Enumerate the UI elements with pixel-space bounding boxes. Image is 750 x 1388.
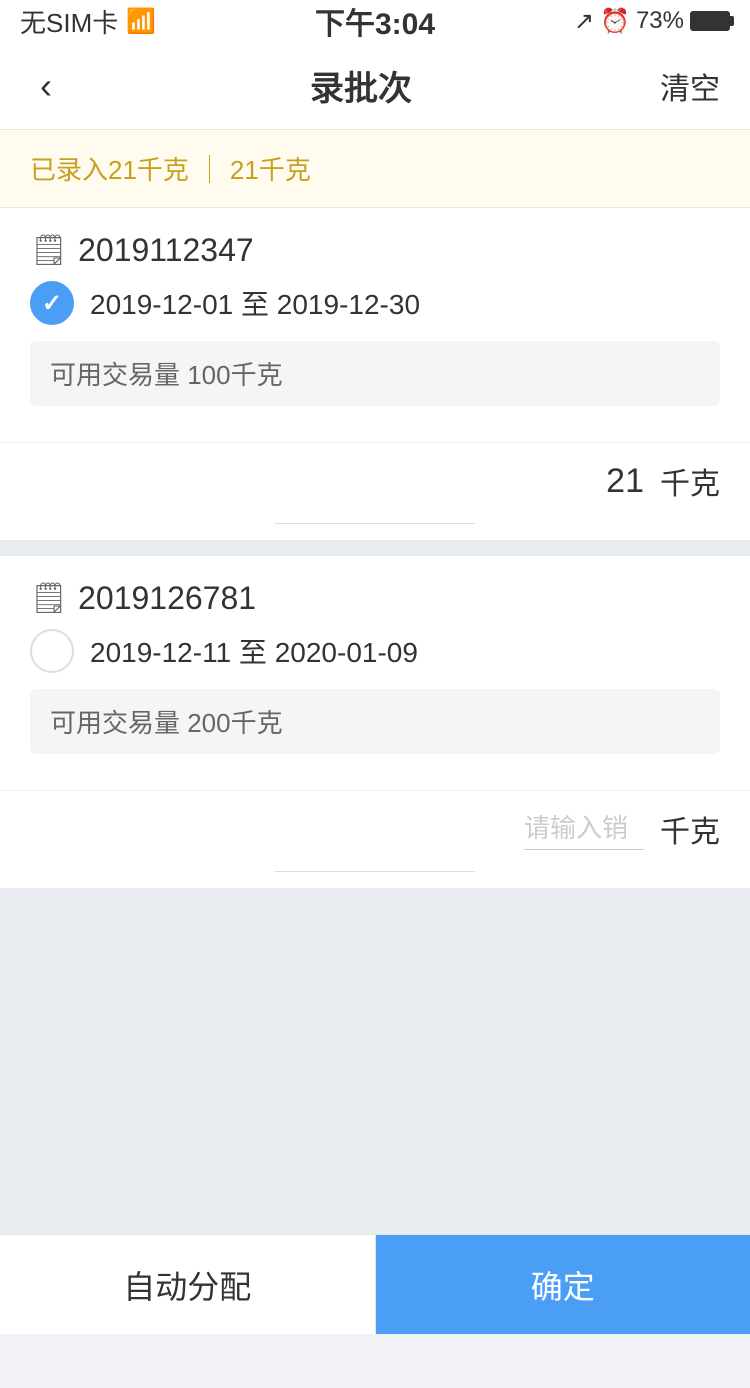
separator-2 — [275, 871, 475, 872]
batch-checkbox-2[interactable] — [30, 629, 74, 673]
status-bar: 无SIM卡 📶 下午3:04 ↗ ⏰ 73% — [0, 0, 750, 42]
status-left: 无SIM卡 📶 — [20, 3, 156, 40]
bottom-bar: 自动分配 确定 — [0, 1234, 750, 1334]
batch-item-2-content: 🗒 2019126781 2019-12-11 至 2020-01-09 可用交… — [0, 556, 750, 790]
separator-1 — [275, 523, 475, 524]
batch-item-1-content: 🗒 2019112347 2019-12-01 至 2019-12-30 可用交… — [0, 208, 750, 442]
batch-available-2: 可用交易量 200千克 — [30, 689, 720, 754]
batch-checkbox-1[interactable] — [30, 281, 74, 325]
quantity-row-2: 千克 — [0, 790, 750, 871]
empty-area — [0, 888, 750, 1288]
batch-doc-icon-1: 🗒 — [30, 233, 68, 268]
wifi-icon: 📶 — [126, 7, 156, 36]
batch-id-text-1: 2019112347 — [78, 232, 254, 269]
status-right: ↗ ⏰ 73% — [574, 7, 730, 36]
info-divider — [209, 155, 210, 183]
clear-button[interactable]: 清空 — [660, 64, 720, 108]
quantity-unit-1: 千克 — [660, 459, 720, 503]
batch-date-2: 2019-12-11 至 2020-01-09 — [90, 631, 418, 671]
status-time: 下午3:04 — [315, 0, 435, 43]
info-value: 21千克 — [230, 150, 311, 187]
quantity-unit-2: 千克 — [660, 807, 720, 851]
info-bar: 已录入21千克 21千克 — [0, 130, 750, 208]
batch-date-row-1: 2019-12-01 至 2019-12-30 — [30, 281, 720, 325]
nav-bar: ‹ 录批次 清空 — [0, 42, 750, 130]
battery-percentage: 73% — [636, 7, 684, 35]
batch-date-1: 2019-12-01 至 2019-12-30 — [90, 283, 420, 323]
section-divider — [0, 540, 750, 556]
back-button[interactable]: ‹ — [30, 55, 62, 117]
batch-id-text-2: 2019126781 — [78, 580, 256, 617]
quantity-row-1: 21 千克 — [0, 442, 750, 523]
alarm-icon: ⏰ — [600, 7, 630, 36]
batch-item-2: 🗒 2019126781 2019-12-11 至 2020-01-09 可用交… — [0, 556, 750, 888]
batch-available-1: 可用交易量 100千克 — [30, 341, 720, 406]
batch-id-row-2: 🗒 2019126781 — [30, 580, 720, 617]
batch-doc-icon-2: 🗒 — [30, 581, 68, 616]
auto-distribute-button[interactable]: 自动分配 — [0, 1235, 376, 1334]
main-content: 🗒 2019112347 2019-12-01 至 2019-12-30 可用交… — [0, 208, 750, 1388]
quantity-value-1: 21 — [606, 462, 644, 501]
location-icon: ↗ — [574, 7, 594, 36]
battery-icon — [690, 11, 730, 31]
page-title: 录批次 — [310, 61, 412, 110]
confirm-button[interactable]: 确定 — [376, 1235, 750, 1334]
batch-date-row-2: 2019-12-11 至 2020-01-09 — [30, 629, 720, 673]
batch-item-1: 🗒 2019112347 2019-12-01 至 2019-12-30 可用交… — [0, 208, 750, 540]
carrier-text: 无SIM卡 — [20, 3, 118, 40]
info-label: 已录入21千克 — [30, 150, 189, 187]
batch-id-row-1: 🗒 2019112347 — [30, 232, 720, 269]
quantity-input-2[interactable] — [524, 808, 644, 850]
